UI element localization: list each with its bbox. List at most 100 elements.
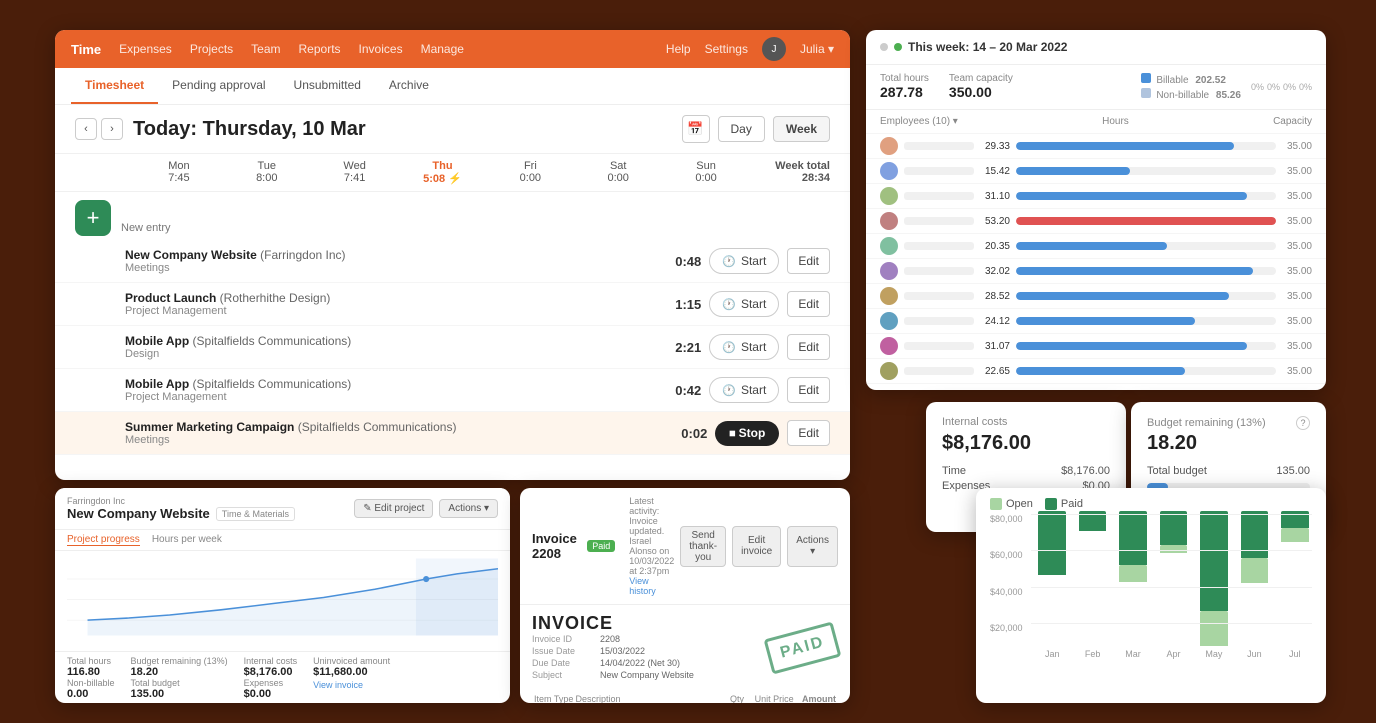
week-view-btn[interactable]: Week — [773, 116, 830, 142]
calendar-icon[interactable]: 📅 — [682, 115, 710, 143]
entry-5-edit-btn[interactable]: Edit — [787, 420, 830, 446]
entry-4-start-btn[interactable]: 🕐 Start — [709, 377, 779, 403]
project-company: Farringdon Inc — [67, 496, 295, 506]
nav-user[interactable]: Julia ▾ — [800, 42, 834, 56]
entry-2-edit-btn[interactable]: Edit — [787, 291, 830, 317]
open-legend-box — [990, 498, 1002, 510]
nav-projects[interactable]: Projects — [190, 42, 233, 56]
entry-5-stop-btn[interactable]: ⏹ Stop — [715, 421, 779, 446]
entry-4-info: Mobile App (Spitalfields Communications)… — [125, 377, 658, 403]
emp-avatar-5 — [880, 237, 898, 255]
edit-invoice-btn[interactable]: Edit invoice — [732, 526, 781, 567]
day-mon: Mon 7:45 — [135, 160, 223, 185]
emp-bar-fill-8 — [1016, 317, 1195, 325]
tab-progress[interactable]: Project progress — [67, 534, 140, 546]
paid-legend-box — [1045, 498, 1057, 510]
prev-arrow[interactable]: ‹ — [75, 118, 97, 140]
day-tue: Tue 8:00 — [223, 160, 311, 185]
emp-bar-fill-7 — [1016, 292, 1229, 300]
nav-manage[interactable]: Manage — [421, 42, 464, 56]
grid-lines — [1031, 514, 1312, 659]
emp-cap-8: 35.00 — [1282, 316, 1312, 327]
invoice-left: INVOICE Invoice ID 2208 Issue Date 15/03… — [532, 613, 755, 682]
entry-2-start-btn[interactable]: 🕐 Start — [709, 291, 779, 317]
entry-1-time: 0:48 — [666, 254, 701, 269]
emp-bar-fill-5 — [1016, 242, 1167, 250]
entry-3-start-btn[interactable]: 🕐 Start — [709, 334, 779, 360]
view-history-link[interactable]: View history — [629, 576, 656, 596]
nav-help[interactable]: Help — [666, 42, 691, 56]
entry-1-info: New Company Website (Farringdon Inc) Mee… — [125, 248, 658, 274]
nav-time[interactable]: Time — [71, 42, 101, 57]
invoice-badge: Paid — [587, 540, 615, 552]
day-thu: Thu 5:08 ⚡ — [399, 160, 487, 185]
edit-project-btn[interactable]: ✎ Edit project — [354, 499, 433, 518]
week-legend: Billable 202.52 Non-billable 85.26 0% 0%… — [1141, 73, 1312, 101]
emp-name-9 — [904, 342, 974, 350]
costs-label: Internal costs — [942, 416, 1110, 428]
bar-header: Employees (10) ▾ Hours Capacity — [866, 110, 1326, 134]
days-spacer — [75, 160, 135, 185]
budget-amount: 18.20 — [1147, 432, 1310, 455]
new-entry-button[interactable]: + — [75, 200, 111, 236]
view-invoice-link[interactable]: View invoice — [313, 680, 390, 690]
emp-cap-4: 35.00 — [1282, 216, 1312, 227]
invoice-title: Invoice 2208 — [532, 531, 581, 561]
invoice-panel: Invoice 2208 Paid Latest activity: Invoi… — [520, 488, 850, 703]
nav-reports[interactable]: Reports — [299, 42, 341, 56]
emp-name-1 — [904, 142, 974, 150]
nav-right: Help Settings J Julia ▾ — [666, 37, 834, 61]
emp-avatar-3 — [880, 187, 898, 205]
tab-unsubmitted[interactable]: Unsubmitted — [280, 68, 375, 104]
send-thankyou-btn[interactable]: Send thank-you — [680, 526, 726, 567]
view-controls: 📅 Day Week — [682, 115, 830, 143]
screenshot-container: Time Expenses Projects Team Reports Invo… — [0, 0, 1376, 723]
emp-bar-fill-3 — [1016, 192, 1247, 200]
entry-1-edit-btn[interactable]: Edit — [787, 248, 830, 274]
emp-avatar-2 — [880, 162, 898, 180]
emp-bar-2 — [1016, 167, 1276, 175]
entry-1-start-btn[interactable]: 🕐 Start — [709, 248, 779, 274]
emp-avatar-8 — [880, 312, 898, 330]
budget-question-icon[interactable]: ? — [1296, 416, 1310, 430]
dot-gray — [880, 43, 888, 51]
total-hours-val: 287.78 — [880, 84, 929, 100]
entry-3-type: Design — [125, 348, 658, 360]
entry-1-type: Meetings — [125, 262, 658, 274]
tab-hours[interactable]: Hours per week — [152, 534, 222, 546]
date-nav: ‹ › — [75, 118, 123, 140]
emp-cap-10: 35.00 — [1282, 366, 1312, 377]
nav-expenses[interactable]: Expenses — [119, 42, 172, 56]
footer-uninvoiced: Uninvoiced amount $11,680.00 View invoic… — [313, 656, 390, 703]
entry-5-project: Summer Marketing Campaign (Spitalfields … — [125, 420, 664, 434]
emp-hours-4: 53.20 — [980, 216, 1010, 227]
chart-legend: Open Paid — [976, 488, 1326, 514]
tab-archive[interactable]: Archive — [375, 68, 443, 104]
nav-invoices[interactable]: Invoices — [359, 42, 403, 56]
project-actions-btn[interactable]: Actions ▾ — [439, 499, 498, 518]
entry-4: Mobile App (Spitalfields Communications)… — [55, 369, 850, 412]
invoice-actions-btn[interactable]: Actions ▾ — [787, 526, 838, 567]
entry-4-type: Project Management — [125, 391, 658, 403]
week-total: Week total 28:34 — [750, 160, 830, 185]
employee-row-9: 31.07 35.00 — [866, 334, 1326, 359]
y-labels: $80,000 $60,000 $40,000 $20,000 — [990, 514, 1023, 659]
nav-team[interactable]: Team — [251, 42, 280, 56]
entry-2: Product Launch (Rotherhithe Design) Proj… — [55, 283, 850, 326]
entry-5-info: Summer Marketing Campaign (Spitalfields … — [125, 420, 664, 446]
nav-settings[interactable]: Settings — [705, 42, 748, 56]
entry-3-edit-btn[interactable]: Edit — [787, 334, 830, 360]
entry-4-edit-btn[interactable]: Edit — [787, 377, 830, 403]
day-view-btn[interactable]: Day — [718, 116, 765, 142]
avatar[interactable]: J — [762, 37, 786, 61]
project-footer: Total hours 116.80 Non-billable 0.00 Bud… — [55, 651, 510, 703]
employees-label[interactable]: Employees (10) ▾ — [880, 116, 958, 127]
project-tag: Time & Materials — [216, 507, 295, 521]
next-arrow[interactable]: › — [101, 118, 123, 140]
tab-pending[interactable]: Pending approval — [158, 68, 279, 104]
entry-3-time: 2:21 — [666, 340, 701, 355]
tab-timesheet[interactable]: Timesheet — [71, 68, 158, 104]
employee-row-7: 28.52 35.00 — [866, 284, 1326, 309]
emp-bar-fill-2 — [1016, 167, 1130, 175]
legend-paid: Paid — [1045, 498, 1083, 510]
